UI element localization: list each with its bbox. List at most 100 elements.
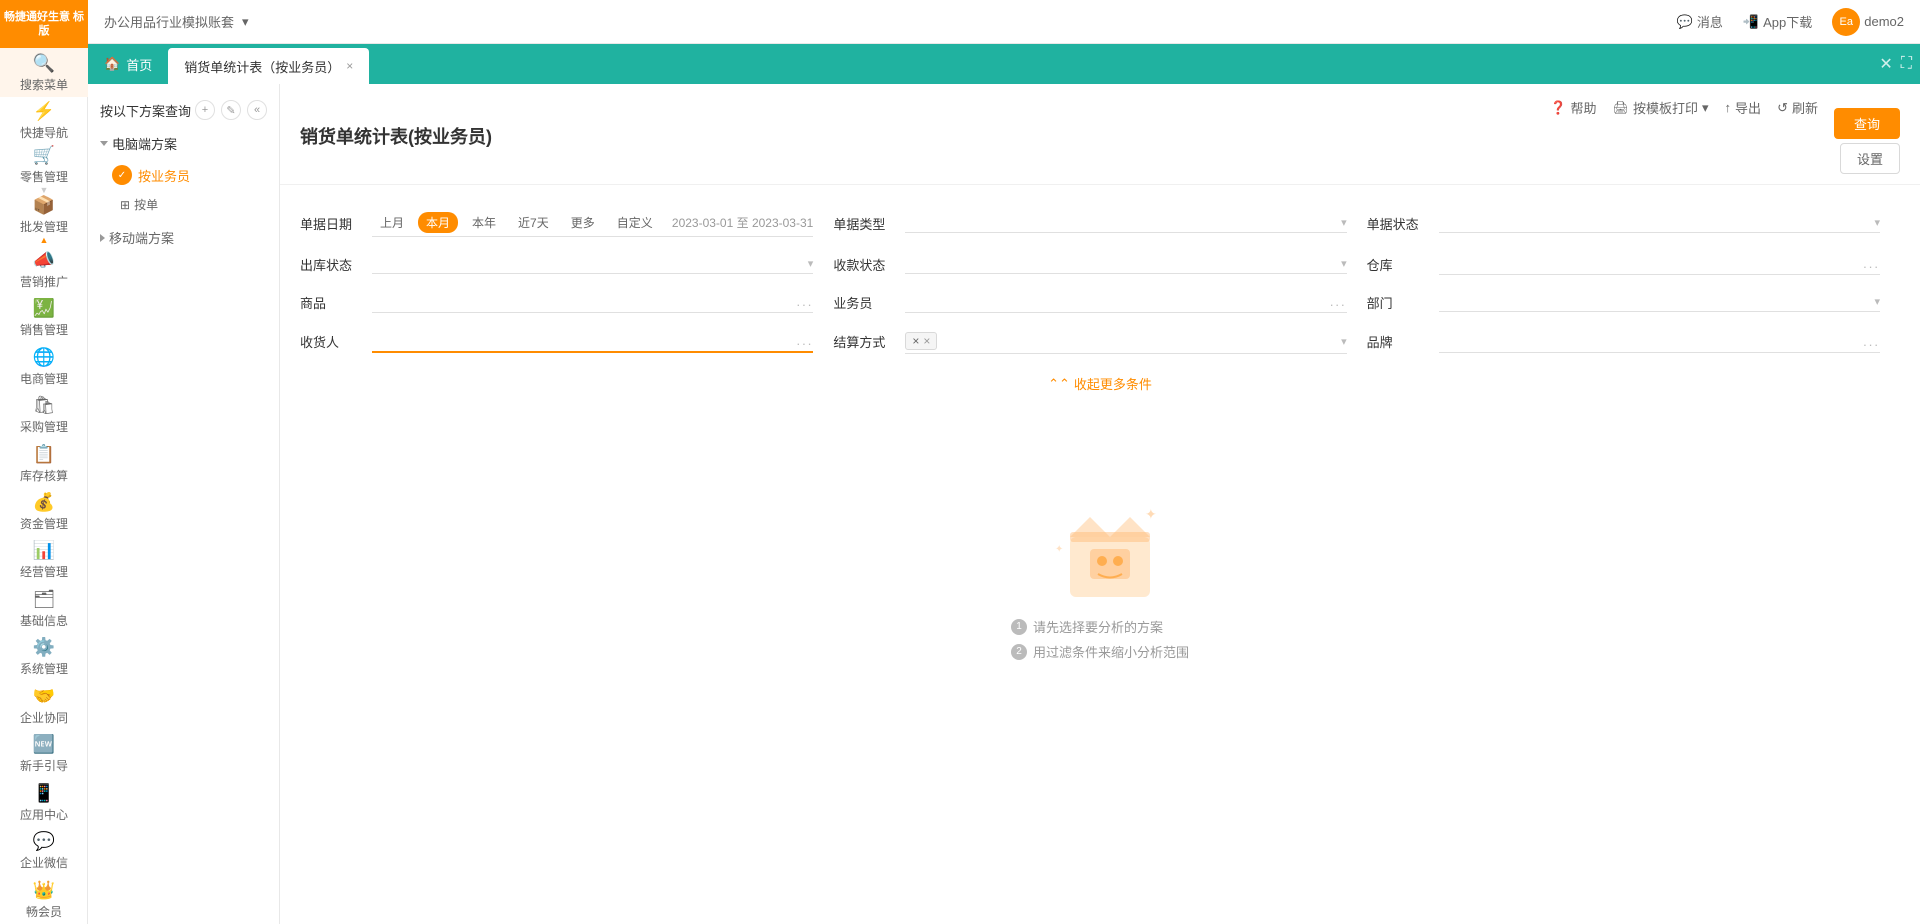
sidebar-item-finance[interactable]: 💰 资金管理 bbox=[0, 488, 88, 536]
logo: 畅捷通好生意 标版 bbox=[0, 0, 88, 48]
refresh-btn[interactable]: ↺ 刷新 bbox=[1777, 98, 1818, 117]
receiver-input[interactable]: ... bbox=[372, 330, 813, 353]
settings-button[interactable]: 设置 bbox=[1840, 143, 1900, 174]
query-button[interactable]: 查询 bbox=[1834, 108, 1900, 139]
add-scheme-btn[interactable]: + bbox=[195, 100, 215, 120]
scheme-item-salesperson[interactable]: ✓ 按业务员 bbox=[88, 159, 279, 191]
active-tab-label: 销货单统计表（按业务员） bbox=[184, 57, 340, 76]
brand-select[interactable]: ... bbox=[1439, 331, 1880, 353]
salesperson-select[interactable]: ... bbox=[905, 291, 1346, 313]
doc-type-cell: 单据类型 ▾ bbox=[833, 201, 1366, 245]
dept-cell: 部门 ▾ bbox=[1367, 283, 1900, 321]
last7-tab[interactable]: 近7天 bbox=[510, 212, 557, 233]
tab-active[interactable]: 销货单统计表（按业务员） × bbox=[168, 48, 369, 84]
sub-scheme-item[interactable]: ⊞ 按单 bbox=[88, 191, 279, 218]
sidebar-item-retail[interactable]: 🛒 零售管理 ▼ bbox=[0, 145, 88, 195]
sidebar-item-inventory[interactable]: 📋 库存核算 bbox=[0, 439, 88, 487]
doc-type-select[interactable]: ▾ bbox=[905, 213, 1346, 233]
sidebar-item-quicknav[interactable]: ⚡ 快捷导航 bbox=[0, 97, 88, 145]
collapse-panel-btn[interactable]: « bbox=[247, 100, 267, 120]
doc-status-select[interactable]: ▾ bbox=[1439, 213, 1880, 233]
template-print-btn[interactable]: 🖨 按模板打印 ▾ bbox=[1612, 98, 1708, 117]
doc-type-arrow: ▾ bbox=[1341, 216, 1347, 229]
export-btn[interactable]: ↑ 导出 bbox=[1725, 98, 1762, 117]
message-icon: 💬 bbox=[1677, 14, 1693, 30]
sidebar-item-marketing[interactable]: 📣 营销推广 bbox=[0, 245, 88, 293]
salesperson-label: 业务员 bbox=[833, 293, 905, 312]
page-header: 销货单统计表(按业务员) ❓ 帮助 🖨 按模板打印 ▾ ↑ bbox=[280, 84, 1920, 185]
svg-text:✦: ✦ bbox=[1145, 506, 1157, 522]
warehouse-select[interactable]: ... bbox=[1439, 253, 1880, 275]
sidebar-item-wholesale[interactable]: 📦 批发管理 ▲ bbox=[0, 195, 88, 245]
sales-icon: 💹 bbox=[33, 298, 55, 319]
this-month-tab[interactable]: 本月 bbox=[418, 212, 458, 233]
left-panel: 按以下方案查询 + ✎ « 电脑端方案 bbox=[88, 84, 280, 924]
sidebar: 畅捷通好生意 标版 🔍 搜索菜单 ⚡ 快捷导航 🛒 零售管理 ▼ 📦 批发管理 … bbox=[0, 0, 88, 924]
payment-status-label: 收款状态 bbox=[833, 255, 905, 274]
enterprise-icon: 🤝 bbox=[33, 686, 55, 707]
sidebar-item-wechat[interactable]: 💬 企业微信 bbox=[0, 827, 88, 875]
settlement-clear-btn[interactable]: × bbox=[923, 334, 930, 348]
sidebar-item-appcenter[interactable]: 📱 应用中心 bbox=[0, 779, 88, 827]
date-label: 单据日期 bbox=[300, 214, 372, 233]
receiver-dots: ... bbox=[796, 333, 813, 348]
mobile-group-header[interactable]: 移动端方案 bbox=[88, 222, 279, 253]
tab-home[interactable]: 🏠 首页 bbox=[88, 44, 168, 84]
pc-group-label: 电脑端方案 bbox=[112, 134, 177, 153]
page-title: 销货单统计表(按业务员) bbox=[300, 123, 492, 149]
message-btn[interactable]: 💬 消息 bbox=[1677, 12, 1723, 31]
edit-scheme-btn[interactable]: ✎ bbox=[221, 100, 241, 120]
settlement-select[interactable]: × × ▾ bbox=[905, 329, 1346, 354]
help-btn[interactable]: ❓ 帮助 bbox=[1550, 98, 1596, 117]
quicknav-icon: ⚡ bbox=[33, 101, 55, 122]
payment-status-select[interactable]: ▾ bbox=[905, 254, 1346, 274]
out-status-cell: 出库状态 ▾ bbox=[300, 245, 833, 283]
custom-tab[interactable]: 自定义 bbox=[609, 212, 661, 233]
ecommerce-icon: 🌐 bbox=[33, 347, 55, 368]
settlement-label: 结算方式 bbox=[833, 332, 905, 351]
this-year-tab[interactable]: 本年 bbox=[464, 212, 504, 233]
more-tab[interactable]: 更多 bbox=[563, 212, 603, 233]
sidebar-item-system[interactable]: ⚙️ 系统管理 bbox=[0, 633, 88, 681]
tip-num-2: 2 bbox=[1011, 644, 1027, 660]
logo-text: 畅捷通好生意 标版 bbox=[0, 10, 88, 39]
sidebar-item-purchase[interactable]: 🛍 采购管理 bbox=[0, 391, 88, 439]
avatar: Ea bbox=[1832, 8, 1860, 36]
warehouse-label: 仓库 bbox=[1367, 255, 1439, 274]
dept-arrow: ▾ bbox=[1874, 295, 1880, 308]
sidebar-item-enterprise[interactable]: 🤝 企业协同 bbox=[0, 682, 88, 730]
top-header: 办公用品行业模拟账套 ▾ 💬 消息 📲 App下载 Ea demo2 bbox=[88, 0, 1920, 44]
sidebar-item-sales[interactable]: 💹 销售管理 bbox=[0, 294, 88, 342]
empty-tip-2: 2 用过滤条件来缩小分析范围 bbox=[1011, 642, 1189, 661]
last-month-tab[interactable]: 上月 bbox=[372, 212, 412, 233]
goods-select[interactable]: ... bbox=[372, 291, 813, 313]
sidebar-item-member[interactable]: 👑 畅会员 bbox=[0, 876, 88, 924]
workspace-label: 办公用品行业模拟账套 bbox=[104, 12, 234, 31]
sub-scheme-label: 按单 bbox=[134, 196, 158, 213]
user-menu-btn[interactable]: Ea demo2 bbox=[1832, 8, 1904, 36]
doc-type-label: 单据类型 bbox=[833, 214, 905, 233]
tab-close-btn[interactable]: × bbox=[346, 59, 353, 73]
appcenter-icon: 📱 bbox=[33, 783, 55, 804]
tab-maximize-btn[interactable]: ⛶ bbox=[1901, 55, 1912, 73]
goods-dots: ... bbox=[796, 294, 813, 309]
payment-status-cell: 收款状态 ▾ bbox=[833, 245, 1366, 283]
app-download-btn[interactable]: 📲 App下载 bbox=[1743, 12, 1812, 31]
dept-select[interactable]: ▾ bbox=[1439, 292, 1880, 312]
tab-close-all-btn[interactable]: ✕ bbox=[1879, 54, 1892, 74]
out-status-select[interactable]: ▾ bbox=[372, 254, 813, 274]
expand-mobile-icon bbox=[100, 234, 105, 242]
breadcrumb: 办公用品行业模拟账套 ▾ bbox=[104, 12, 249, 31]
warehouse-cell: 仓库 ... bbox=[1367, 245, 1900, 283]
sidebar-item-newguide[interactable]: 🆕 新手引导 bbox=[0, 730, 88, 778]
top-actions: 💬 消息 📲 App下载 Ea demo2 bbox=[1677, 8, 1904, 36]
collapse-filters-btn[interactable]: ⌃⌃ 收起更多条件 bbox=[1040, 366, 1160, 401]
svg-text:✦: ✦ bbox=[1055, 544, 1063, 555]
pc-group-header[interactable]: 电脑端方案 bbox=[88, 128, 279, 159]
sidebar-item-ecommerce[interactable]: 🌐 电商管理 bbox=[0, 342, 88, 390]
sidebar-item-search[interactable]: 🔍 搜索菜单 bbox=[0, 48, 88, 96]
sidebar-item-basic[interactable]: 🗂 基础信息 bbox=[0, 585, 88, 633]
sidebar-item-operations[interactable]: 📊 经营管理 bbox=[0, 536, 88, 584]
right-content: 销货单统计表(按业务员) ❓ 帮助 🖨 按模板打印 ▾ ↑ bbox=[280, 84, 1920, 924]
system-icon: ⚙️ bbox=[33, 637, 55, 658]
